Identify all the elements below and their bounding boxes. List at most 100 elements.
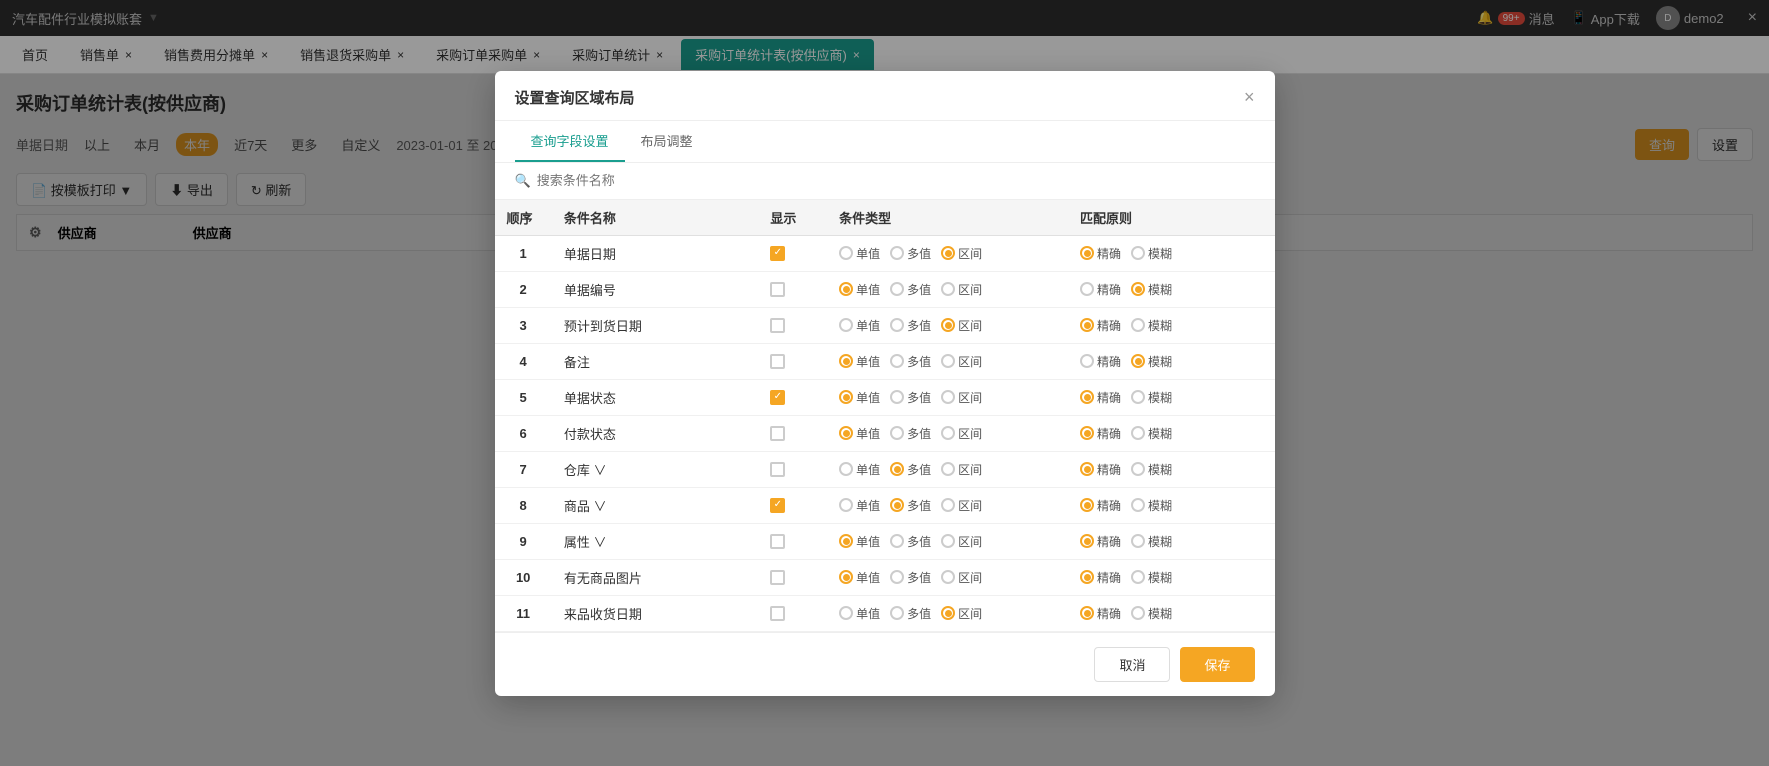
checkbox-icon[interactable] (770, 606, 785, 621)
checkbox-icon[interactable] (770, 534, 785, 549)
radio-match-option[interactable]: 精确 (1080, 389, 1121, 406)
checkbox-icon[interactable] (770, 282, 785, 297)
radio-circle-icon (890, 318, 904, 332)
radio-type-option[interactable]: 单值 (839, 497, 880, 514)
row-display-checkbox[interactable] (758, 307, 827, 343)
radio-match-option[interactable]: 精确 (1080, 497, 1121, 514)
col-header-match: 匹配原则 (1068, 200, 1275, 236)
checkbox-icon[interactable] (770, 462, 785, 477)
radio-match-option[interactable]: 模糊 (1131, 425, 1172, 442)
radio-circle-icon (1080, 282, 1094, 296)
radio-match-option[interactable]: 模糊 (1131, 353, 1172, 370)
radio-type-option[interactable]: 单值 (839, 317, 880, 334)
radio-type-option[interactable]: 单值 (839, 533, 880, 550)
radio-type-option[interactable]: 区间 (941, 281, 982, 298)
radio-match-option[interactable]: 精确 (1080, 425, 1121, 442)
tab-layout-adjust[interactable]: 布局调整 (625, 121, 709, 162)
radio-type-option[interactable]: 多值 (890, 569, 931, 586)
row-display-checkbox[interactable] (758, 559, 827, 595)
search-input[interactable] (537, 173, 1255, 188)
radio-type-option[interactable]: 单值 (839, 605, 880, 622)
row-display-checkbox[interactable] (758, 379, 827, 415)
radio-match-option[interactable]: 模糊 (1131, 245, 1172, 262)
radio-type-option[interactable]: 多值 (890, 281, 931, 298)
radio-type-option[interactable]: 单值 (839, 245, 880, 262)
radio-match-option[interactable]: 模糊 (1131, 317, 1172, 334)
radio-circle-icon (839, 534, 853, 548)
checkbox-icon[interactable] (770, 570, 785, 585)
radio-match-option[interactable]: 精确 (1080, 533, 1121, 550)
checkbox-icon[interactable] (770, 246, 785, 261)
table-row: 5单据状态单值多值区间精确模糊 (495, 379, 1275, 415)
radio-match-option[interactable]: 精确 (1080, 317, 1121, 334)
row-display-checkbox[interactable] (758, 595, 827, 631)
radio-type-option[interactable]: 区间 (941, 245, 982, 262)
radio-type-option[interactable]: 多值 (890, 389, 931, 406)
radio-match-option[interactable]: 模糊 (1131, 389, 1172, 406)
radio-type-option[interactable]: 区间 (941, 461, 982, 478)
row-display-checkbox[interactable] (758, 487, 827, 523)
row-display-checkbox[interactable] (758, 235, 827, 271)
radio-match-option[interactable]: 精确 (1080, 281, 1121, 298)
row-condition-type: 单值多值区间 (827, 415, 1068, 451)
row-display-checkbox[interactable] (758, 451, 827, 487)
radio-type-option[interactable]: 多值 (890, 533, 931, 550)
checkbox-icon[interactable] (770, 426, 785, 441)
radio-type-option[interactable]: 单值 (839, 389, 880, 406)
radio-match-option[interactable]: 精确 (1080, 569, 1121, 586)
row-display-checkbox[interactable] (758, 271, 827, 307)
table-row: 8商品 ∨单值多值区间精确模糊 (495, 487, 1275, 523)
cancel-button[interactable]: 取消 (1094, 647, 1170, 682)
checkbox-icon[interactable] (770, 354, 785, 369)
radio-type-option[interactable]: 单值 (839, 461, 880, 478)
radio-match-option[interactable]: 模糊 (1131, 533, 1172, 550)
radio-type-option[interactable]: 单值 (839, 425, 880, 442)
radio-type-option[interactable]: 区间 (941, 605, 982, 622)
checkbox-icon[interactable] (770, 498, 785, 513)
radio-type-option[interactable]: 多值 (890, 461, 931, 478)
radio-match-option[interactable]: 模糊 (1131, 569, 1172, 586)
save-button[interactable]: 保存 (1180, 647, 1254, 682)
radio-type-option[interactable]: 多值 (890, 425, 931, 442)
radio-match-option[interactable]: 模糊 (1131, 281, 1172, 298)
radio-match-option[interactable]: 模糊 (1131, 461, 1172, 478)
row-order: 1 (495, 235, 552, 271)
radio-type-option[interactable]: 多值 (890, 317, 931, 334)
radio-type-option[interactable]: 单值 (839, 281, 880, 298)
table-row: 7仓库 ∨单值多值区间精确模糊 (495, 451, 1275, 487)
radio-type-option[interactable]: 区间 (941, 353, 982, 370)
checkbox-icon[interactable] (770, 318, 785, 333)
radio-match-option[interactable]: 模糊 (1131, 605, 1172, 622)
radio-match-option[interactable]: 精确 (1080, 605, 1121, 622)
table-row: 4备注单值多值区间精确模糊 (495, 343, 1275, 379)
row-condition-name: 付款状态 (552, 415, 758, 451)
radio-type-option[interactable]: 区间 (941, 569, 982, 586)
dialog-close-button[interactable]: × (1244, 87, 1255, 108)
row-display-checkbox[interactable] (758, 343, 827, 379)
radio-type-option[interactable]: 区间 (941, 389, 982, 406)
row-match-rule: 精确模糊 (1068, 415, 1275, 451)
radio-type-option[interactable]: 区间 (941, 317, 982, 334)
search-icon: 🔍 (515, 173, 531, 189)
radio-match-option[interactable]: 模糊 (1131, 497, 1172, 514)
row-condition-type: 单值多值区间 (827, 487, 1068, 523)
radio-match-option[interactable]: 精确 (1080, 353, 1121, 370)
radio-type-option[interactable]: 区间 (941, 533, 982, 550)
row-display-checkbox[interactable] (758, 415, 827, 451)
radio-type-option[interactable]: 多值 (890, 353, 931, 370)
radio-type-option[interactable]: 区间 (941, 497, 982, 514)
radio-type-option[interactable]: 区间 (941, 425, 982, 442)
radio-match-option[interactable]: 精确 (1080, 461, 1121, 478)
radio-type-option[interactable]: 多值 (890, 605, 931, 622)
radio-match-option[interactable]: 精确 (1080, 245, 1121, 262)
radio-type-option[interactable]: 多值 (890, 497, 931, 514)
radio-type-option[interactable]: 单值 (839, 569, 880, 586)
tab-query-fields[interactable]: 查询字段设置 (515, 121, 625, 162)
radio-type-option[interactable]: 单值 (839, 353, 880, 370)
checkbox-icon[interactable] (770, 390, 785, 405)
radio-circle-icon (941, 534, 955, 548)
radio-circle-icon (941, 426, 955, 440)
table-row: 10有无商品图片单值多值区间精确模糊 (495, 559, 1275, 595)
radio-type-option[interactable]: 多值 (890, 245, 931, 262)
row-display-checkbox[interactable] (758, 523, 827, 559)
